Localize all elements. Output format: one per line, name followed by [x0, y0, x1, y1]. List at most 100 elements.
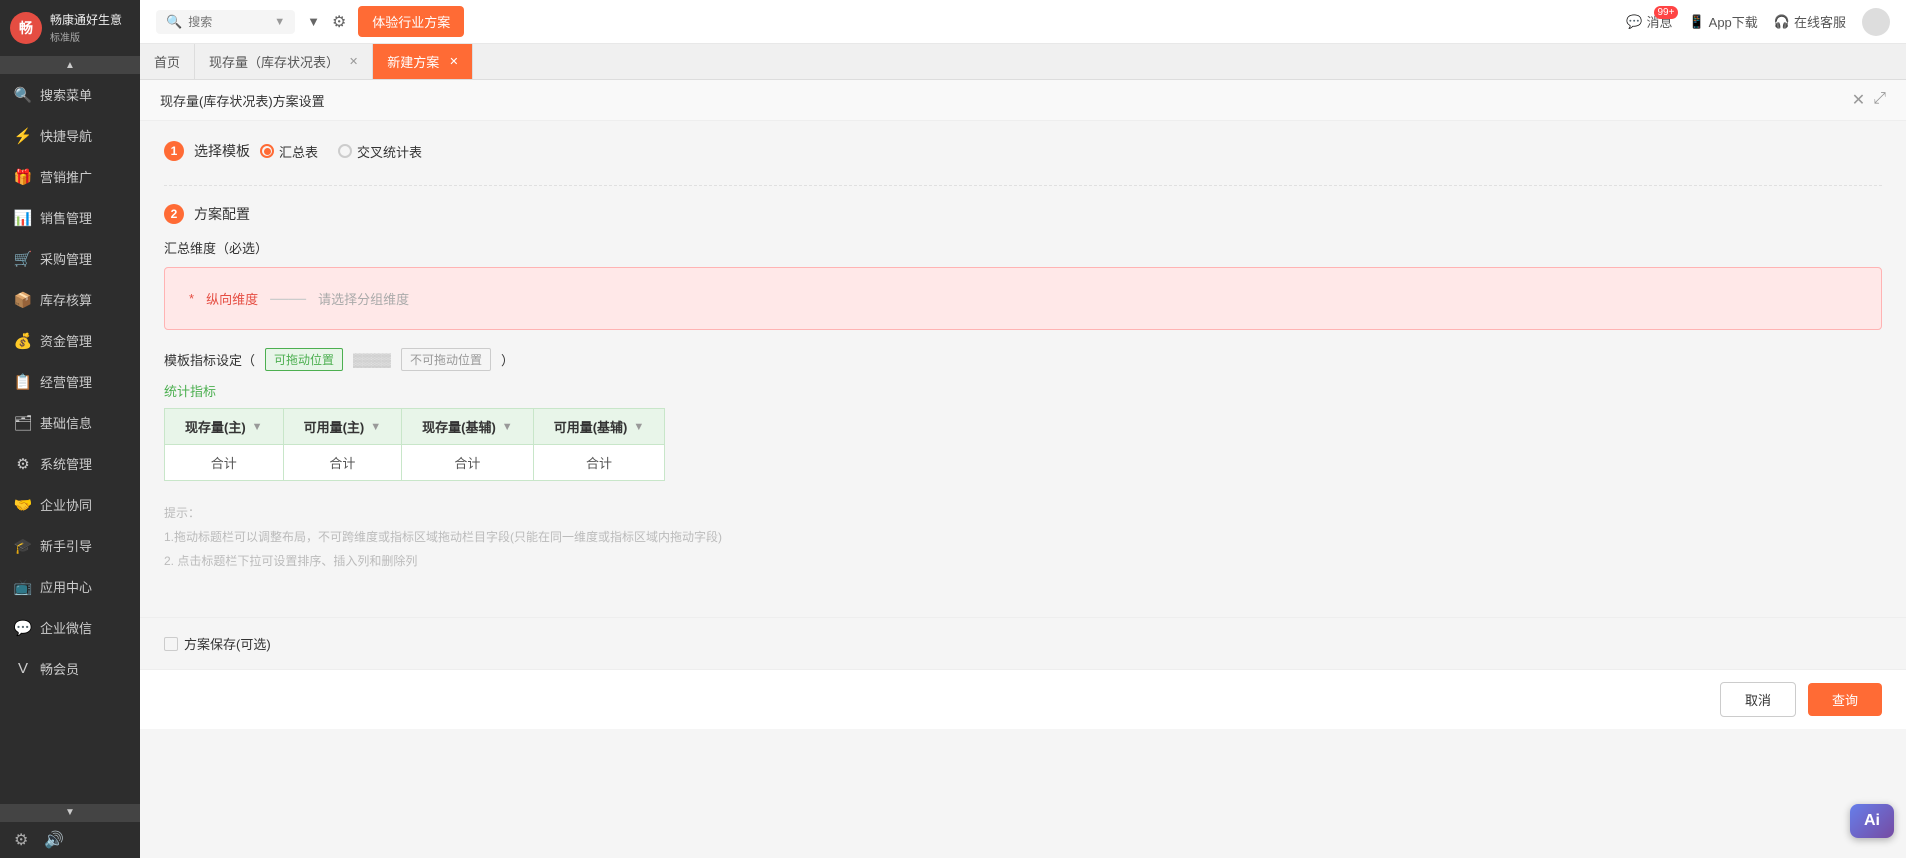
sidebar-item-guide[interactable]: 🎓 新手引导: [0, 525, 140, 566]
online-service-button[interactable]: 🎧 在线客服: [1774, 12, 1846, 31]
headset-icon: 🎧: [1774, 14, 1790, 30]
sidebar-item-sales[interactable]: 📊 销售管理: [0, 197, 140, 238]
expand-button[interactable]: ⤢: [1873, 90, 1886, 110]
col-header-3[interactable]: 可用量(基辅) ▼: [533, 409, 665, 445]
tip-item-0: 1.拖动标题栏可以调整布局，不可跨维度或指标区域拖动栏目字段(只能在同一维度或指…: [164, 525, 1882, 549]
col-dropdown-3[interactable]: ▼: [633, 421, 644, 433]
settings-icon[interactable]: ⚙: [332, 12, 346, 32]
confirm-button[interactable]: 查询: [1808, 683, 1882, 716]
sidebar-item-label: 库存核算: [40, 290, 92, 309]
sidebar-item-label: 新手引导: [40, 536, 92, 555]
indicators-row: 模板指标设定（ 可拖动位置 ▓▓▓▓ 不可拖动位置 ）: [164, 348, 1882, 371]
sidebar-item-inventory[interactable]: 📦 库存核算: [0, 279, 140, 320]
radio-summary-circle: [260, 144, 274, 158]
sidebar-item-label: 企业协同: [40, 495, 92, 514]
sidebar-item-base-info[interactable]: 🗂 基础信息: [0, 402, 140, 443]
step1-header: 1 选择模板 汇总表 交叉统计表: [164, 141, 1882, 161]
sidebar-item-finance[interactable]: 💰 资金管理: [0, 320, 140, 361]
trial-industry-button[interactable]: 体验行业方案: [358, 6, 464, 37]
tab-inventory[interactable]: 现存量（库存状况表） ✕: [195, 44, 373, 79]
sidebar-item-operations[interactable]: 📋 经营管理: [0, 361, 140, 402]
non-draggable-tag: 不可拖动位置: [401, 348, 491, 371]
step1-title: 选择模板: [194, 141, 250, 161]
save-option-row: 方案保存(可选): [140, 617, 1906, 669]
dimension-vertical-label: 纵向维度: [206, 289, 258, 308]
cell-0: 合计: [165, 445, 284, 481]
sidebar-item-nav[interactable]: ⚡ 快捷导航: [0, 115, 140, 156]
gear-icon: ⚙: [14, 455, 32, 473]
user-avatar[interactable]: [1862, 8, 1890, 36]
tab-new-plan-label: 新建方案: [387, 52, 439, 71]
indicator-separator: ▓▓▓▓: [353, 352, 391, 367]
sidebar-scroll-down[interactable]: ▼: [0, 804, 140, 821]
box-icon: 📦: [14, 291, 32, 309]
dimension-box[interactable]: * 纵向维度 —— 请选择分组维度: [164, 267, 1882, 330]
tab-new-plan[interactable]: 新建方案 ✕: [373, 44, 473, 79]
sidebar-item-apps[interactable]: 📺 应用中心: [0, 566, 140, 607]
content-inner: 1 选择模板 汇总表 交叉统计表: [140, 121, 1906, 617]
main-area: 🔍 ▼ ▼ ⚙ 体验行业方案 💬 消息 99+ 📱 App下载 🎧 在线客服: [140, 0, 1906, 858]
sidebar: 畅 畅康通好生意 标准版 ▲ 🔍 搜索菜单 ⚡ 快捷导航 🎁 营销推广 📊 销售…: [0, 0, 140, 858]
tips-section: 提示： 1.拖动标题栏可以调整布局，不可跨维度或指标区域拖动栏目字段(只能在同一…: [164, 501, 1882, 573]
tab-inventory-close[interactable]: ✕: [349, 55, 358, 68]
cancel-button[interactable]: 取消: [1720, 682, 1796, 717]
tab-home[interactable]: 首页: [140, 44, 195, 79]
minimize-button[interactable]: ✕: [1852, 90, 1865, 110]
col-label-2: 现存量(基辅): [422, 417, 496, 436]
sidebar-item-label: 基础信息: [40, 413, 92, 432]
sidebar-item-marketing[interactable]: 🎁 营销推广: [0, 156, 140, 197]
sidebar-item-purchase[interactable]: 🛒 采购管理: [0, 238, 140, 279]
sidebar-item-cooperation[interactable]: 🤝 企业协同: [0, 484, 140, 525]
indicators-container: 模板指标设定（ 可拖动位置 ▓▓▓▓ 不可拖动位置 ） 统计指标: [164, 348, 1882, 481]
sidebar-item-wechat[interactable]: 💬 企业微信: [0, 607, 140, 648]
sound-icon[interactable]: 🔊: [44, 830, 64, 850]
save-checkbox[interactable]: [164, 637, 178, 651]
sidebar-item-system[interactable]: ⚙ 系统管理: [0, 443, 140, 484]
panel-header: 现存量(库存状况表)方案设置 ✕ ⤢: [140, 80, 1906, 121]
sidebar-item-label: 经营管理: [40, 372, 92, 391]
col-label-0: 现存量(主): [185, 417, 246, 436]
dimension-label: 汇总维度（必选）: [164, 238, 1882, 257]
sidebar-scroll-up[interactable]: ▲: [0, 57, 140, 74]
col-dropdown-2[interactable]: ▼: [502, 421, 513, 433]
cart-icon: 🛒: [14, 250, 32, 268]
dimension-required-mark: *: [189, 291, 194, 306]
search-icon: 🔍: [14, 86, 32, 104]
ai-float-button[interactable]: Ai: [1850, 804, 1894, 838]
col-dropdown-0[interactable]: ▼: [252, 421, 263, 433]
app-edition: 标准版: [50, 29, 122, 44]
app-download-button[interactable]: 📱 App下载: [1688, 12, 1757, 31]
sidebar-item-search[interactable]: 🔍 搜索菜单: [0, 74, 140, 115]
message-icon: 💬: [1626, 14, 1642, 30]
topbar-dropdown-button[interactable]: ▼: [307, 14, 320, 29]
settings-icon[interactable]: ⚙: [14, 830, 28, 850]
radio-summary[interactable]: 汇总表: [260, 142, 318, 161]
sidebar-item-label: 采购管理: [40, 249, 92, 268]
sidebar-item-member[interactable]: V 畅会员: [0, 648, 140, 689]
step2-title: 方案配置: [194, 204, 250, 224]
panel-close-icons: ✕ ⤢: [1852, 90, 1886, 110]
footer: 取消 查询: [140, 669, 1906, 729]
sidebar-nav: 🔍 搜索菜单 ⚡ 快捷导航 🎁 营销推广 📊 销售管理 🛒 采购管理 📦 库存核…: [0, 74, 140, 804]
table-row: 合计 合计 合计 合计: [165, 445, 665, 481]
col-header-1[interactable]: 可用量(主) ▼: [283, 409, 402, 445]
tv-icon: 📺: [14, 578, 32, 596]
radio-cross-label: 交叉统计表: [357, 142, 422, 161]
col-header-0[interactable]: 现存量(主) ▼: [165, 409, 284, 445]
stats-label: 统计指标: [164, 381, 1882, 400]
step2-header: 2 方案配置: [164, 204, 1882, 224]
mobile-icon: 📱: [1688, 14, 1704, 30]
search-box[interactable]: 🔍 ▼: [156, 10, 295, 34]
search-input[interactable]: [188, 15, 268, 29]
topbar: 🔍 ▼ ▼ ⚙ 体验行业方案 💬 消息 99+ 📱 App下载 🎧 在线客服: [140, 0, 1906, 44]
chart-icon: 📊: [14, 209, 32, 227]
page-wrapper: 现存量(库存状况表)方案设置 ✕ ⤢ 1 选择模板 汇总表: [140, 80, 1906, 858]
cell-2: 合计: [402, 445, 534, 481]
col-header-2[interactable]: 现存量(基辅) ▼: [402, 409, 534, 445]
tab-new-plan-close[interactable]: ✕: [449, 55, 458, 68]
message-button[interactable]: 💬 消息 99+: [1626, 12, 1672, 31]
vip-icon: V: [14, 660, 32, 678]
radio-cross[interactable]: 交叉统计表: [338, 142, 422, 161]
radio-cross-circle: [338, 144, 352, 158]
col-dropdown-1[interactable]: ▼: [370, 421, 381, 433]
